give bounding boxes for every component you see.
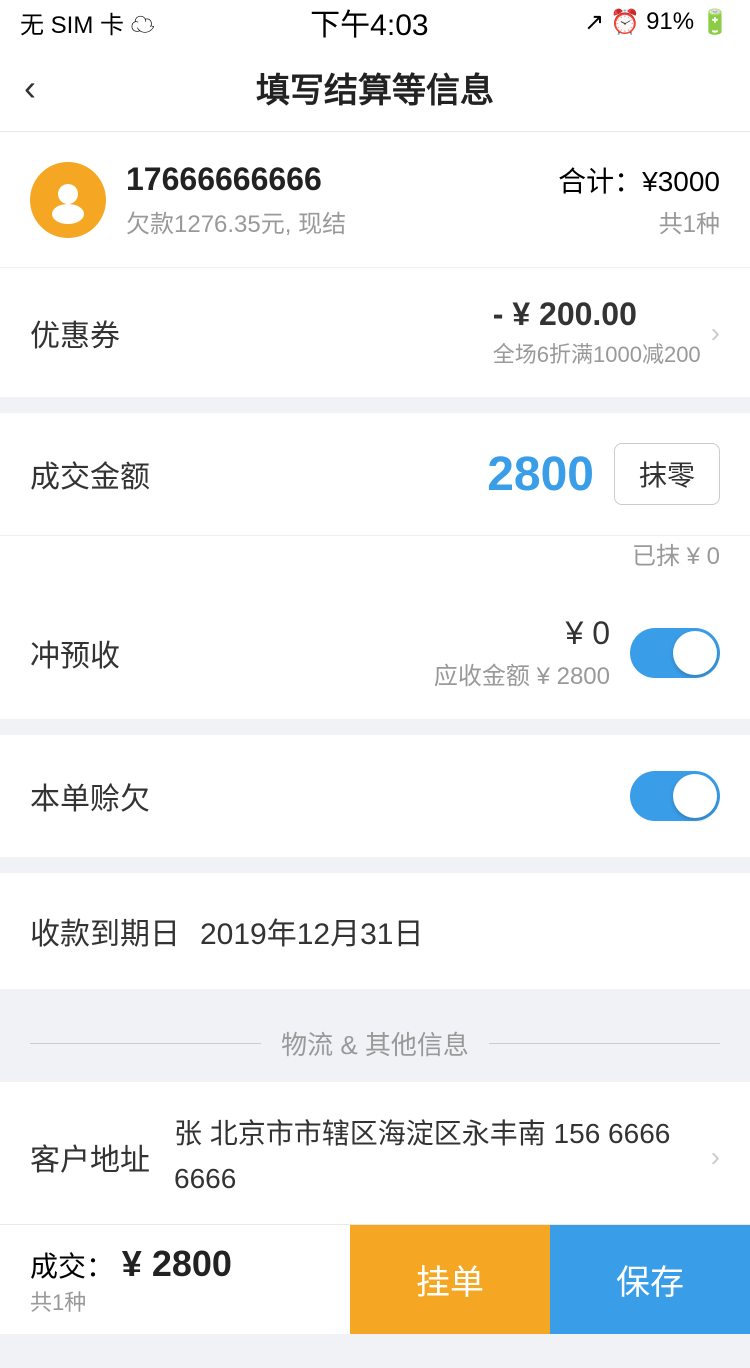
prepay-info: ¥ 0 应收金额 ¥ 2800 [434, 615, 610, 691]
address-label: 客户地址 [30, 1135, 150, 1179]
deal-sub: 已抹 ¥ 0 [0, 536, 750, 587]
pending-button[interactable]: 挂单 [350, 1225, 550, 1334]
sim-status: 无 SIM 卡 ☁ [20, 5, 155, 40]
due-date-section: 收款到期日 2019年12月31日 [0, 873, 750, 989]
debt-toggle[interactable] [630, 771, 720, 821]
debt-row: 本单赊欠 [0, 735, 750, 857]
prepay-amount: ¥ 0 [434, 615, 610, 652]
customer-debt-info: 欠款1276.35元, 现结 [126, 204, 346, 239]
customer-phone: 17666666666 [126, 161, 346, 198]
battery-level: 91% [646, 8, 694, 36]
eraze-button[interactable]: 抹零 [614, 443, 720, 505]
deal-label: 成交金额 [30, 452, 150, 496]
summary-label: 成交： [30, 1251, 114, 1282]
alarm-icon: ⏰ [610, 8, 640, 37]
coupon-right: - ¥ 200.00 全场6折满1000减200 › [493, 296, 720, 369]
avatar [30, 162, 106, 238]
summary-label-amount: 成交： ¥ 2800 [30, 1243, 320, 1285]
battery-icon: 🔋 [700, 8, 730, 37]
prepay-label: 冲预收 [30, 631, 120, 675]
chevron-right-icon: › [711, 317, 720, 349]
coupon-desc: 全场6折满1000减200 [493, 337, 701, 369]
summary-count: 共1种 [30, 1285, 320, 1317]
total-value: ¥3000 [642, 166, 720, 197]
summary-amount: ¥ 2800 [122, 1243, 232, 1284]
total-label-value: 合计：¥3000 [558, 160, 720, 200]
divider-line-right [489, 1043, 720, 1044]
prepay-row: 冲预收 ¥ 0 应收金额 ¥ 2800 [0, 587, 750, 719]
due-date-value: 2019年12月31日 [200, 909, 423, 953]
deal-section: 成交金额 2800 抹零 已抹 ¥ 0 冲预收 ¥ 0 应收金额 ¥ 2800 [0, 413, 750, 719]
status-bar: 无 SIM 卡 ☁ 下午4:03 ↗ ⏰ 91% 🔋 [0, 0, 750, 44]
total-count: 共1种 [558, 204, 720, 239]
logistics-divider: 物流 & 其他信息 [0, 1005, 750, 1082]
bottom-summary: 成交： ¥ 2800 共1种 [0, 1243, 350, 1317]
divider-line-left [30, 1043, 261, 1044]
status-right: ↗ ⏰ 91% 🔋 [584, 8, 730, 37]
customer-info: 17666666666 欠款1276.35元, 现结 [126, 161, 346, 239]
back-button[interactable]: ‹ [24, 67, 36, 109]
debt-label: 本单赊欠 [30, 774, 150, 818]
deal-amount: 2800 [487, 447, 594, 502]
prepay-toggle[interactable] [630, 628, 720, 678]
nav-header: ‹ 填写结算等信息 [0, 44, 750, 132]
status-left: 无 SIM 卡 ☁ [20, 5, 155, 40]
bottom-bar: 成交： ¥ 2800 共1种 挂单 保存 [0, 1224, 750, 1334]
customer-row: 17666666666 欠款1276.35元, 现结 合计：¥3000 共1种 [0, 132, 750, 267]
coupon-label: 优惠券 [30, 311, 120, 355]
coupon-amount: - ¥ 200.00 [493, 296, 701, 333]
customer-left: 17666666666 欠款1276.35元, 现结 [30, 161, 346, 239]
bottom-buttons: 挂单 保存 [350, 1225, 750, 1334]
customer-right: 合计：¥3000 共1种 [558, 160, 720, 239]
deal-right: 2800 抹零 [487, 443, 720, 505]
due-date-label: 收款到期日 [30, 909, 180, 953]
address-section: 客户地址 张 北京市市辖区海淀区永丰南 156 6666 6666 › [0, 1082, 750, 1232]
prepay-sub: 应收金额 ¥ 2800 [434, 656, 610, 691]
deal-row: 成交金额 2800 抹零 [0, 413, 750, 536]
save-button[interactable]: 保存 [550, 1225, 750, 1334]
prepay-right: ¥ 0 应收金额 ¥ 2800 [434, 615, 720, 691]
location-icon: ↗ [584, 8, 604, 37]
address-value: 张 北京市市辖区海淀区永丰南 156 6666 6666 [174, 1112, 711, 1202]
coupon-info: - ¥ 200.00 全场6折满1000减200 [493, 296, 701, 369]
coupon-row[interactable]: 优惠券 - ¥ 200.00 全场6折满1000减200 › [0, 267, 750, 397]
total-label: 合计： [558, 166, 642, 197]
debt-section: 本单赊欠 [0, 735, 750, 857]
address-chevron-icon: › [711, 1141, 720, 1173]
customer-section: 17666666666 欠款1276.35元, 现结 合计：¥3000 共1种 … [0, 132, 750, 397]
status-time: 下午4:03 [310, 0, 428, 44]
due-date-row: 收款到期日 2019年12月31日 [0, 873, 750, 989]
logistics-label: 物流 & 其他信息 [281, 1025, 469, 1062]
address-row[interactable]: 客户地址 张 北京市市辖区海淀区永丰南 156 6666 6666 › [0, 1082, 750, 1232]
page-title: 填写结算等信息 [256, 63, 494, 112]
